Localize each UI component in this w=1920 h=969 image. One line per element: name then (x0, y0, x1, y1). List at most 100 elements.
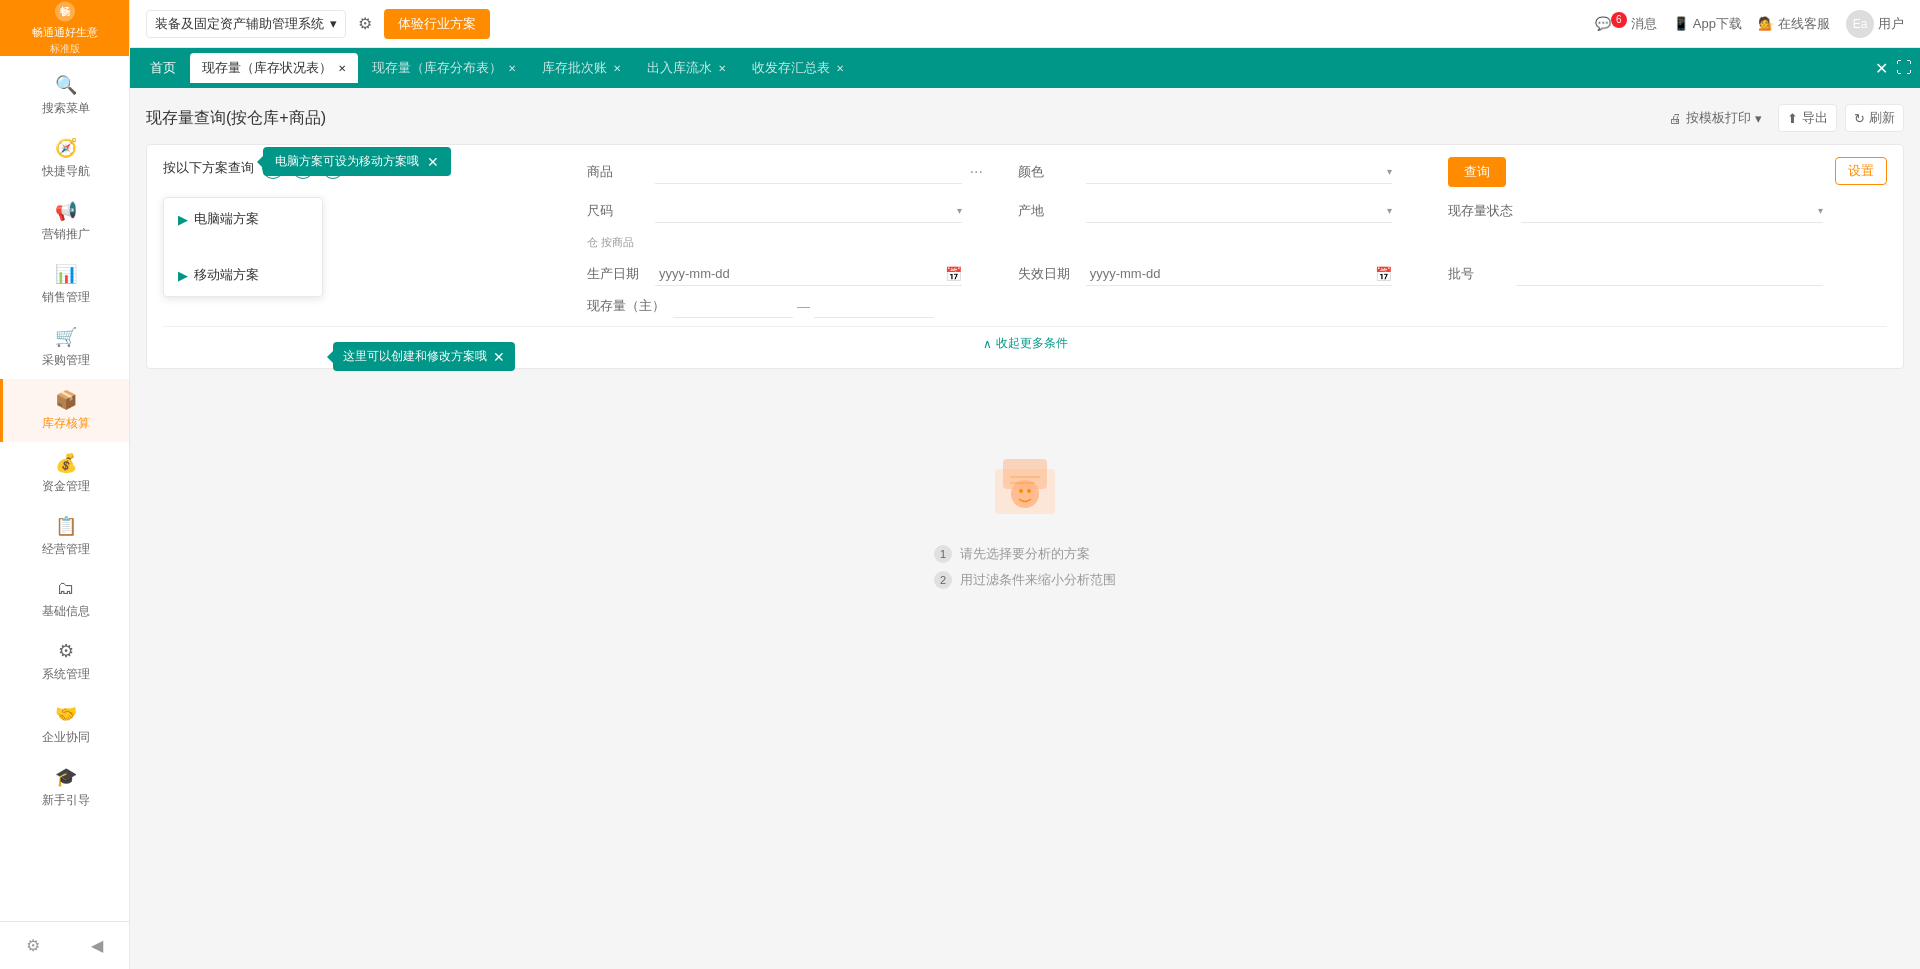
enterprise-icon: 🤝 (55, 703, 77, 725)
guide-icon: 🎓 (55, 766, 77, 788)
tab-home[interactable]: 首页 (138, 53, 188, 83)
sidebar-item-label: 快捷导航 (42, 163, 90, 180)
exp-date-calendar-icon[interactable]: 📅 (1375, 266, 1392, 282)
empty-illustration (975, 449, 1075, 529)
finance-icon: 💰 (55, 452, 77, 474)
scheme-pc-item[interactable]: ▶ 电脑端方案 (172, 206, 314, 232)
sidebar-item-search[interactable]: 🔍 搜索菜单 (0, 64, 129, 127)
tab-inout-flow[interactable]: 出入库流水 ✕ (635, 53, 738, 83)
filter-stock-qty: 现存量（主） — (587, 294, 934, 318)
tab-close-icon-5[interactable]: ✕ (836, 63, 844, 74)
export-label: 导出 (1802, 109, 1828, 127)
batch-no-label: 批号 (1448, 265, 1508, 283)
goods-input[interactable] (655, 160, 962, 183)
tip-1-text: 请先选择要分析的方案 (960, 545, 1090, 563)
user-avatar: Ea (1846, 10, 1874, 38)
sidebar-item-operation[interactable]: 📋 经营管理 (0, 505, 129, 568)
sidebar-item-label: 营销推广 (42, 226, 90, 243)
sidebar-item-inventory[interactable]: 📦 库存核算 (0, 379, 129, 442)
svg-point-4 (1011, 480, 1039, 508)
purchase-icon: 🛒 (55, 326, 77, 348)
user-avatar-text: Ea (1853, 17, 1868, 31)
message-btn[interactable]: 💬 6 消息 (1595, 15, 1657, 33)
topbar: 装备及固定资产辅助管理系统 ▾ ⚙ 体验行业方案 💬 6 消息 📱 App下载 … (130, 0, 1920, 48)
settings-bottom-icon[interactable]: ⚙ (22, 932, 44, 959)
scheme-mobile-item[interactable]: ▶ 移动端方案 (172, 262, 314, 288)
filter-prod-date: 生产日期 📅 (587, 262, 962, 286)
export-btn[interactable]: ⬆ 导出 (1778, 104, 1837, 132)
tab-close-icon-4[interactable]: ✕ (718, 63, 726, 74)
sidebar-item-finance[interactable]: 💰 资金管理 (0, 442, 129, 505)
tooltip-close-btn-1[interactable]: ✕ (427, 154, 439, 170)
exp-date-input[interactable] (1086, 262, 1372, 285)
origin-input[interactable] (1086, 199, 1388, 222)
logo-title: 畅通通好生意 (32, 25, 98, 40)
user-menu[interactable]: Ea 用户 (1846, 10, 1904, 38)
color-input[interactable] (1086, 160, 1388, 183)
sidebar-item-marketing[interactable]: 📢 营销推广 (0, 190, 129, 253)
sidebar-item-label: 采购管理 (42, 352, 90, 369)
sidebar-item-label: 基础信息 (42, 603, 90, 620)
set-btn[interactable]: 设置 (1835, 157, 1887, 185)
tab-close-icon-3[interactable]: ✕ (613, 63, 621, 74)
size-input[interactable] (655, 199, 957, 222)
tab-batch-ledger-label: 库存批次账 (542, 59, 607, 77)
collapse-sidebar-icon[interactable]: ◀ (87, 932, 107, 959)
scheme-mobile-label: 移动端方案 (194, 266, 259, 284)
chevron-down-icon: ▾ (330, 16, 337, 31)
batch-no-input[interactable] (1516, 262, 1823, 286)
print-btn[interactable]: 🖨 按模板打印 ▾ (1661, 105, 1770, 131)
industry-btn[interactable]: 体验行业方案 (384, 9, 490, 39)
search-nav-icon: 🔍 (55, 74, 77, 96)
search-btn[interactable]: 查询 (1448, 157, 1506, 187)
sidebar-item-guide[interactable]: 🎓 新手引导 (0, 756, 129, 819)
tip-2-text: 用过滤条件来缩小分析范围 (960, 571, 1116, 589)
sidebar-item-basic[interactable]: 🗂 基础信息 (0, 568, 129, 630)
sidebar-item-purchase[interactable]: 🛒 采购管理 (0, 316, 129, 379)
sidebar-item-label: 经营管理 (42, 541, 90, 558)
sidebar-item-quick[interactable]: 🧭 快捷导航 (0, 127, 129, 190)
collapse-label: 收起更多条件 (996, 335, 1068, 352)
collapse-btn[interactable]: ∧ 收起更多条件 (983, 335, 1068, 352)
tab-batch-ledger[interactable]: 库存批次账 ✕ (530, 53, 633, 83)
tab-inventory-dist-label: 现存量（库存分布表） (372, 59, 502, 77)
prod-date-input[interactable] (655, 262, 941, 285)
origin-input-wrapper: ▾ (1086, 199, 1393, 223)
sidebar-nav: 🔍 搜索菜单 🧭 快捷导航 📢 营销推广 📊 销售管理 🛒 采购管理 📦 库存核… (0, 56, 129, 921)
svg-point-5 (1019, 489, 1023, 493)
tab-close-icon-2[interactable]: ✕ (508, 63, 516, 74)
online-service-btn[interactable]: 💁 在线客服 (1758, 15, 1830, 33)
tab-inventory-dist[interactable]: 现存量（库存分布表） ✕ (360, 53, 528, 83)
topbar-gear-icon[interactable]: ⚙ (358, 14, 372, 33)
maximize-btn[interactable]: ⛶ (1896, 59, 1912, 77)
refresh-icon: ↻ (1854, 111, 1865, 126)
filter-color: 颜色 ▾ (1018, 160, 1393, 184)
main-content: 装备及固定资产辅助管理系统 ▾ ⚙ 体验行业方案 💬 6 消息 📱 App下载 … (130, 0, 1920, 969)
system-selector[interactable]: 装备及固定资产辅助管理系统 ▾ (146, 10, 346, 38)
app-download-btn[interactable]: 📱 App下载 (1673, 15, 1742, 33)
sidebar-item-enterprise[interactable]: 🤝 企业协同 (0, 693, 129, 756)
refresh-btn[interactable]: ↻ 刷新 (1845, 104, 1904, 132)
tooltip-close-btn-2[interactable]: ✕ (493, 349, 505, 365)
tab-home-label: 首页 (150, 59, 176, 77)
stock-status-wrapper: ▾ (1521, 199, 1823, 223)
filter-batch-no: 批号 (1448, 262, 1823, 286)
tab-receive-summary[interactable]: 收发存汇总表 ✕ (740, 53, 856, 83)
close-all-tabs-btn[interactable]: ✕ (1875, 59, 1888, 78)
tabs-bar: 首页 现存量（库存状况表） ✕ 现存量（库存分布表） ✕ 库存批次账 ✕ 出入库… (130, 48, 1920, 88)
stock-status-input[interactable] (1521, 199, 1818, 222)
prod-date-calendar-icon[interactable]: 📅 (945, 266, 962, 282)
prod-date-wrapper: 📅 (655, 262, 962, 286)
sidebar-item-label: 企业协同 (42, 729, 90, 746)
empty-tips: 1 请先选择要分析的方案 2 用过滤条件来缩小分析范围 (934, 545, 1116, 589)
tab-close-icon[interactable]: ✕ (338, 63, 346, 74)
goods-dots[interactable]: ··· (970, 163, 1010, 181)
sidebar: 畅 畅通通好生意 标准版 🔍 搜索菜单 🧭 快捷导航 📢 营销推广 📊 销售管理… (0, 0, 130, 969)
tab-inventory-status[interactable]: 现存量（库存状况表） ✕ (190, 53, 358, 83)
page-title: 现存量查询(按仓库+商品) (146, 108, 326, 129)
stock-qty-to[interactable] (814, 294, 934, 318)
sidebar-item-sales[interactable]: 📊 销售管理 (0, 253, 129, 316)
tooltip-text-2: 这里可以创建和修改方案哦 (343, 348, 487, 365)
stock-qty-from[interactable] (673, 294, 793, 318)
sidebar-item-system[interactable]: ⚙ 系统管理 (0, 630, 129, 693)
